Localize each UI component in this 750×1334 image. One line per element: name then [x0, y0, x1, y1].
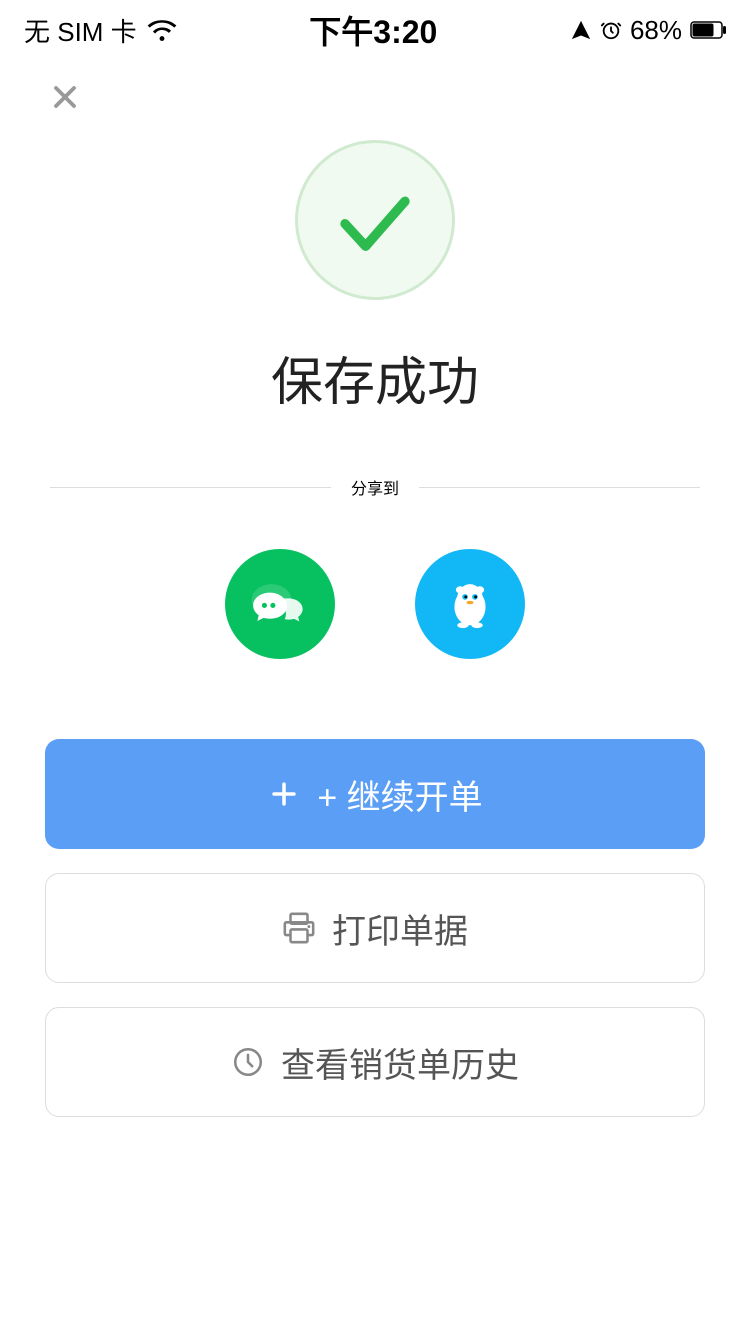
wechat-icon: [246, 570, 314, 638]
status-bar: 无 SIM 卡 下午3:20 68%: [0, 0, 750, 60]
status-right: 68%: [570, 15, 726, 46]
battery-icon: [690, 21, 726, 39]
wechat-share-button[interactable]: [225, 549, 335, 659]
history-label: 查看销货单历史: [281, 1038, 519, 1087]
share-divider: 分享到: [50, 475, 700, 499]
print-button[interactable]: 打印单据: [45, 873, 705, 983]
close-button[interactable]: [40, 72, 90, 122]
sim-label: 无 SIM 卡: [24, 12, 137, 49]
battery-percent: 68%: [630, 15, 682, 46]
print-label: 打印单据: [332, 904, 468, 953]
continue-label: + 继续开单: [317, 770, 482, 819]
share-label: 分享到: [351, 475, 399, 499]
alarm-icon: [600, 19, 622, 41]
social-icons-container: [225, 549, 525, 659]
status-time: 下午3:20: [309, 7, 437, 53]
success-title: 保存成功: [271, 340, 479, 415]
location-icon: [570, 19, 592, 41]
qq-icon: [436, 570, 504, 638]
status-left: 无 SIM 卡: [24, 12, 177, 49]
clock-icon: [231, 1045, 265, 1079]
continue-button[interactable]: + 继续开单: [45, 739, 705, 849]
history-button[interactable]: 查看销货单历史: [45, 1007, 705, 1117]
main-content: 保存成功 分享到: [0, 60, 750, 1117]
printer-icon: [282, 911, 316, 945]
qq-share-button[interactable]: [415, 549, 525, 659]
check-icon: [330, 175, 420, 265]
action-buttons: + 继续开单 打印单据 查看销货单历史: [45, 739, 705, 1117]
wifi-icon: [147, 19, 177, 41]
plus-icon: [267, 777, 301, 811]
success-icon-circle: [295, 140, 455, 300]
